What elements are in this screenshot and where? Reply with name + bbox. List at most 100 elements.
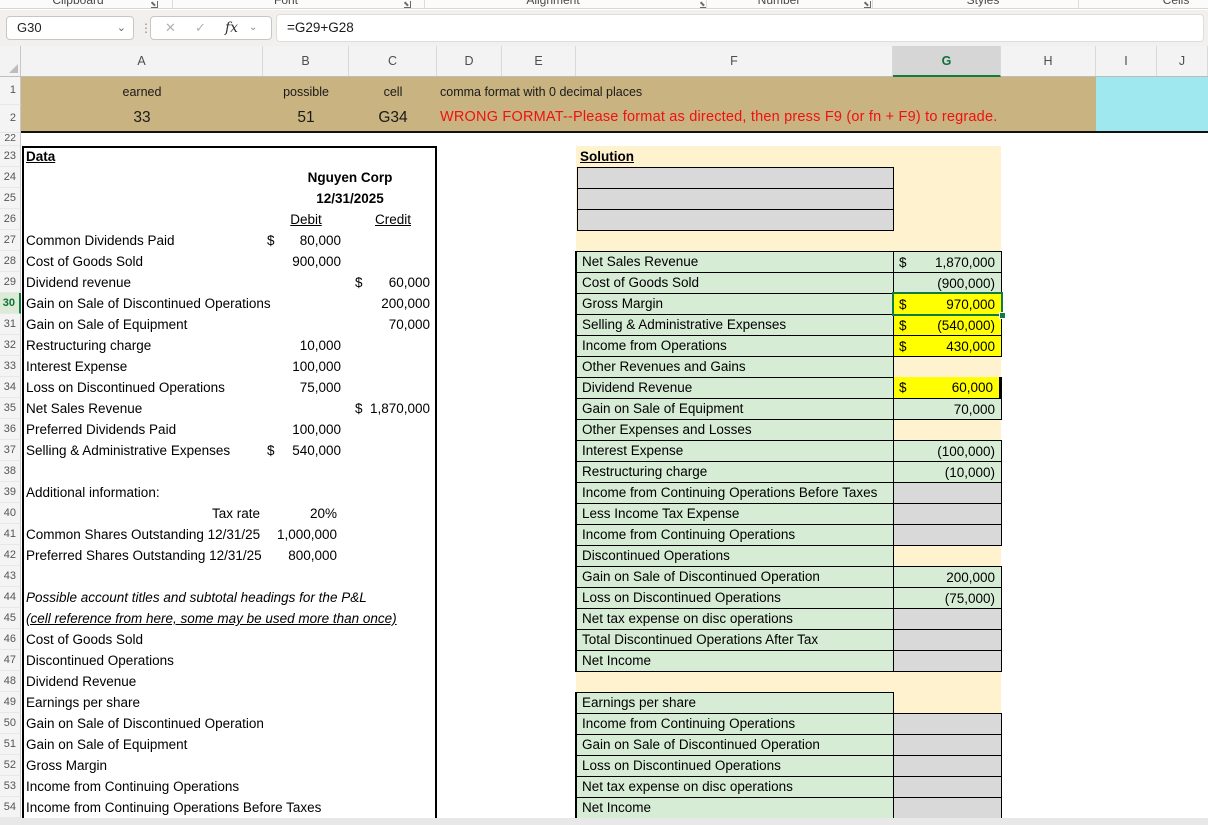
column-header-I[interactable]: I (1096, 46, 1157, 76)
row-header-49[interactable]: 49 (0, 692, 21, 713)
solution-label-cell[interactable]: Gain on Sale of Equipment (576, 398, 894, 420)
column-header-E[interactable]: E (502, 46, 576, 76)
solution-value-cell[interactable]: $430,000 (893, 335, 1002, 357)
solution-label-cell[interactable]: Income from Continuing Operations (576, 713, 894, 735)
column-header-A[interactable]: A (21, 46, 263, 76)
row-header-34[interactable]: 34 (0, 377, 21, 398)
column-header-H[interactable]: H (1001, 46, 1096, 76)
row-header-2[interactable]: 2 (0, 105, 21, 133)
solution-label-cell[interactable]: Net Income (576, 797, 894, 819)
solution-label-cell[interactable]: Loss on Discontinued Operations (576, 755, 894, 777)
solution-label-cell[interactable]: Interest Expense (576, 440, 894, 462)
row-header-32[interactable]: 32 (0, 335, 21, 356)
row-header-25[interactable]: 25 (0, 188, 21, 209)
solution-header-box[interactable] (577, 188, 894, 210)
solution-value-cell[interactable] (893, 797, 1002, 819)
row-header-51[interactable]: 51 (0, 734, 21, 755)
fill-handle[interactable] (999, 312, 1006, 319)
solution-value-cell[interactable] (893, 482, 1002, 504)
solution-value-cell[interactable]: (75,000) (893, 587, 1002, 609)
solution-label-cell[interactable]: Cost of Goods Sold (576, 272, 894, 294)
solution-label-cell[interactable]: Income from Continuing Operations Before… (576, 482, 894, 504)
solution-label-cell[interactable]: Earnings per share (576, 692, 894, 714)
row-header-35[interactable]: 35 (0, 398, 21, 419)
dialog-launcher-icon[interactable] (404, 1, 411, 8)
solution-label-cell[interactable]: Income from Continuing Operations (576, 524, 894, 546)
solution-label-cell[interactable]: Dividend Revenue (576, 377, 894, 399)
row-header-46[interactable]: 46 (0, 629, 21, 650)
row-header-27[interactable]: 27 (0, 230, 21, 251)
solution-value-cell[interactable] (893, 755, 1002, 777)
row-header-45[interactable]: 45 (0, 608, 21, 629)
row-header-31[interactable]: 31 (0, 314, 21, 335)
solution-label-cell[interactable]: Gain on Sale of Discontinued Operation (576, 566, 894, 588)
row-header-42[interactable]: 42 (0, 545, 21, 566)
solution-value-cell[interactable]: (10,000) (893, 461, 1002, 483)
solution-label-cell[interactable]: Gross Margin (576, 293, 894, 315)
solution-value-cell[interactable] (893, 734, 1002, 756)
cancel-icon[interactable]: ✕ (165, 17, 176, 39)
solution-label-cell[interactable]: Restructuring charge (576, 461, 894, 483)
dialog-launcher-icon[interactable] (864, 1, 871, 8)
solution-value-cell[interactable] (893, 713, 1002, 735)
solution-label-cell[interactable]: Net Income (576, 650, 894, 672)
chevron-down-icon[interactable]: ⌄ (249, 17, 257, 39)
dialog-launcher-icon[interactable] (151, 1, 158, 8)
row-header-41[interactable]: 41 (0, 524, 21, 545)
solution-label-cell[interactable]: Loss on Discontinued Operations (576, 587, 894, 609)
row-header-39[interactable]: 39 (0, 482, 21, 503)
column-header-D[interactable]: D (437, 46, 502, 76)
row-header-26[interactable]: 26 (0, 209, 21, 230)
solution-value-cell[interactable] (893, 608, 1002, 630)
solution-value-cell[interactable]: $60,000 (893, 377, 1002, 399)
solution-label-cell[interactable]: Net tax expense on disc operations (576, 608, 894, 630)
solution-label-cell[interactable]: Net Sales Revenue (576, 251, 894, 273)
solution-label-cell[interactable]: Discontinued Operations (576, 545, 894, 567)
solution-value-cell[interactable] (893, 650, 1002, 672)
solution-value-cell[interactable]: $1,870,000 (893, 251, 1002, 273)
row-header-53[interactable]: 53 (0, 776, 21, 797)
row-header-47[interactable]: 47 (0, 650, 21, 671)
chevron-down-icon[interactable]: ⌄ (117, 17, 126, 39)
row-header-52[interactable]: 52 (0, 755, 21, 776)
row-header-50[interactable]: 50 (0, 713, 21, 734)
column-header-B[interactable]: B (263, 46, 349, 76)
solution-value-cell[interactable]: $970,000 (893, 293, 1002, 315)
solution-value-cell[interactable] (893, 503, 1002, 525)
solution-label-cell[interactable]: Less Income Tax Expense (576, 503, 894, 525)
solution-value-cell[interactable]: 200,000 (893, 566, 1002, 588)
solution-label-cell[interactable]: Total Discontinued Operations After Tax (576, 629, 894, 651)
name-box[interactable]: G30 ⌄ (6, 16, 134, 40)
solution-label-cell[interactable]: Gain on Sale of Discontinued Operation (576, 734, 894, 756)
column-header-G[interactable]: G (893, 46, 1001, 77)
solution-value-cell[interactable]: $(540,000) (893, 314, 1002, 336)
row-header-22[interactable]: 22 (0, 133, 21, 146)
solution-value-cell[interactable] (893, 524, 1002, 546)
solution-value-cell[interactable] (893, 776, 1002, 798)
row-header-30[interactable]: 30 (0, 293, 21, 314)
column-header-C[interactable]: C (349, 46, 437, 76)
row-header-1[interactable]: 1 (0, 77, 21, 105)
cell-ref-value[interactable]: G34 (349, 104, 437, 131)
enter-icon[interactable]: ✓ (195, 17, 206, 39)
solution-label-cell[interactable]: Other Revenues and Gains (576, 356, 894, 378)
earned-value[interactable]: 33 (21, 104, 263, 131)
row-header-44[interactable]: 44 (0, 587, 21, 608)
solution-label-cell[interactable]: Net tax expense on disc operations (576, 776, 894, 798)
row-header-36[interactable]: 36 (0, 419, 21, 440)
solution-label-cell[interactable]: Income from Operations (576, 335, 894, 357)
solution-label-cell[interactable]: Selling & Administrative Expenses (576, 314, 894, 336)
row-header-28[interactable]: 28 (0, 251, 21, 272)
row-header-33[interactable]: 33 (0, 356, 21, 377)
row-header-40[interactable]: 40 (0, 503, 21, 524)
solution-label-cell[interactable]: Other Expenses and Losses (576, 419, 894, 441)
row-header-54[interactable]: 54 (0, 797, 21, 818)
solution-header-box[interactable] (577, 167, 894, 189)
solution-header-box[interactable] (577, 209, 894, 231)
possible-value[interactable]: 51 (263, 104, 349, 131)
column-header-J[interactable]: J (1157, 46, 1208, 76)
solution-value-cell[interactable]: (900,000) (893, 272, 1002, 294)
insert-function-icon[interactable]: fx (225, 17, 238, 39)
row-header-43[interactable]: 43 (0, 566, 21, 587)
row-header-38[interactable]: 38 (0, 461, 21, 482)
